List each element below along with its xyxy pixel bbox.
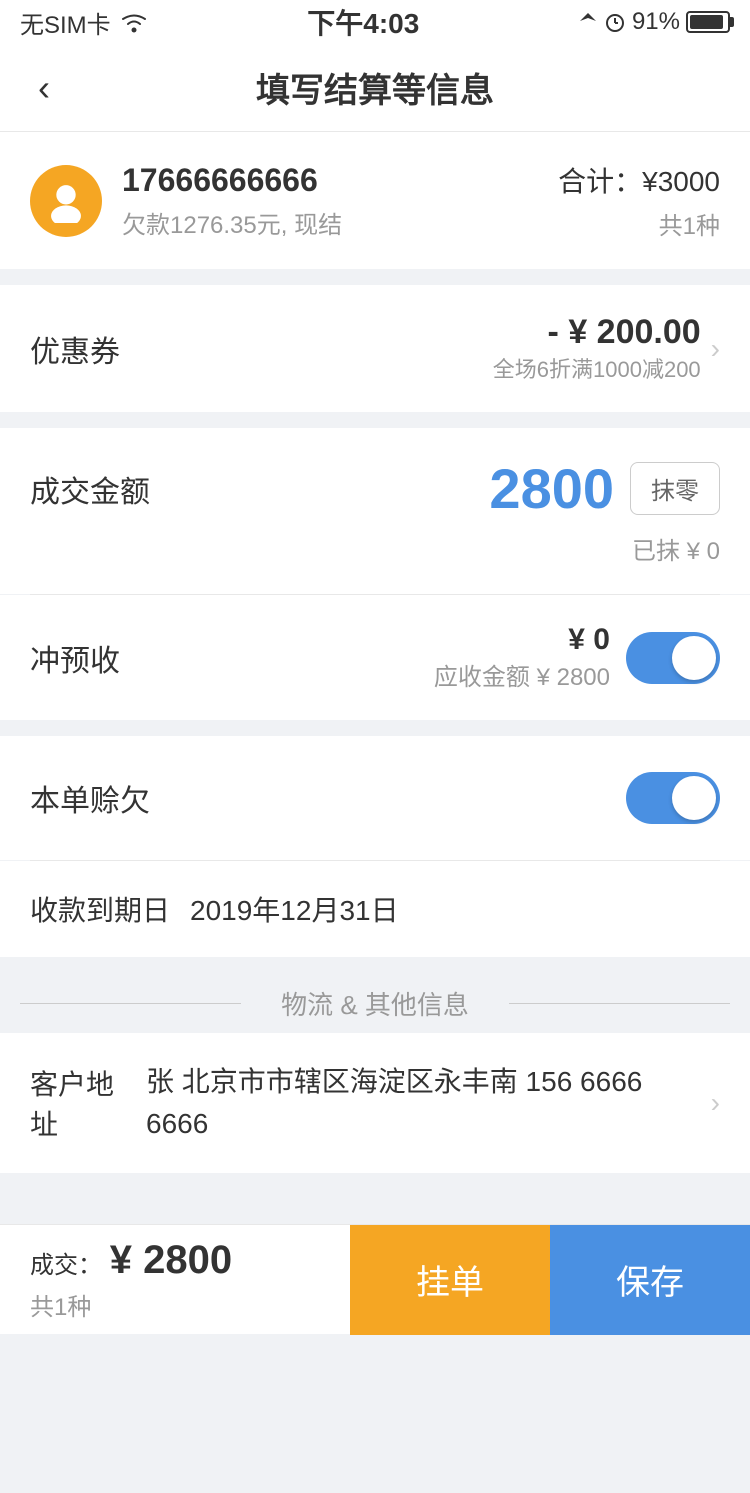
duedate-row: 收款到期日 2019年12月31日: [0, 861, 750, 957]
address-value: 张 北京市市辖区海淀区永丰南 156 6666 6666: [146, 1061, 695, 1145]
status-right: 91%: [578, 8, 730, 36]
customer-phone: 17666666666: [122, 162, 342, 199]
nav-title: 填写结算等信息: [256, 63, 494, 112]
deal-amount: 2800: [489, 456, 614, 521]
toggle-knob: [672, 636, 716, 680]
customer-card: 17666666666 欠款1276.35元, 现结 合计：¥3000 共1种: [0, 132, 750, 269]
credit-toggle[interactable]: [626, 772, 720, 824]
round-button[interactable]: 抹零: [630, 462, 720, 515]
coupon-row[interactable]: 优惠券 - ¥ 200.00 全场6折满1000减200 ›: [0, 285, 750, 412]
customer-count: 共1种: [558, 206, 720, 241]
location-icon: [578, 11, 598, 33]
status-left: 无SIM卡: [20, 5, 149, 40]
divider-4: [0, 957, 750, 973]
bottom-count: 共1种: [30, 1287, 320, 1322]
prepay-row: 冲预收 ¥ 0 应收金额 ¥ 2800: [0, 595, 750, 720]
prepay-values: ¥ 0 应收金额 ¥ 2800: [434, 623, 610, 692]
save-button[interactable]: 保存: [550, 1225, 750, 1335]
coupon-amount: - ¥ 200.00: [493, 313, 701, 352]
divider-1: [0, 269, 750, 285]
duedate-label: 收款到期日: [30, 889, 170, 929]
customer-debt: 欠款1276.35元, 现结: [122, 205, 342, 240]
avatar: [30, 165, 102, 237]
credit-label: 本单赊欠: [30, 776, 150, 820]
back-button[interactable]: ‹: [28, 57, 60, 119]
deal-row: 成交金额 2800 抹零: [30, 456, 720, 521]
bottom-amount: ¥ 2800: [110, 1238, 232, 1282]
chevron-right-icon: ›: [711, 333, 720, 365]
prepay-toggle[interactable]: [626, 632, 720, 684]
carrier-label: 无SIM卡: [20, 5, 111, 40]
customer-total: 合计：¥3000: [558, 160, 720, 200]
prepay-label: 冲预收: [30, 636, 120, 680]
address-row[interactable]: 客户地址 张 北京市市辖区海淀区永丰南 156 6666 6666 ›: [0, 1033, 750, 1173]
address-chevron-icon: ›: [711, 1087, 720, 1119]
bottom-summary: 成交： ¥ 2800 共1种: [0, 1238, 350, 1322]
coupon-right: - ¥ 200.00 全场6折满1000减200 ›: [493, 313, 720, 384]
customer-info: 17666666666 欠款1276.35元, 现结: [122, 162, 342, 240]
address-label: 客户地址: [30, 1063, 130, 1143]
battery-percent: 91%: [632, 8, 680, 36]
logistics-line-left: [20, 1003, 241, 1004]
bottom-bar: 成交： ¥ 2800 共1种 挂单 保存: [0, 1224, 750, 1334]
deal-section: 成交金额 2800 抹零 已抹 ¥ 0: [0, 428, 750, 594]
coupon-desc: 全场6折满1000减200: [493, 352, 701, 384]
customer-right: 合计：¥3000 共1种: [558, 160, 720, 241]
logistics-title: 物流 & 其他信息: [261, 985, 489, 1022]
battery-icon: [686, 11, 730, 33]
credit-row: 本单赊欠: [0, 736, 750, 860]
time-display: 下午4:03: [307, 2, 419, 42]
deal-label: 成交金额: [30, 467, 150, 511]
logistics-section: 物流 & 其他信息: [0, 973, 750, 1033]
bottom-deal-line: 成交： ¥ 2800: [30, 1238, 320, 1283]
divider-2: [0, 412, 750, 428]
duedate-value: 2019年12月31日: [190, 889, 399, 929]
alarm-icon: [604, 11, 626, 33]
prepay-right: ¥ 0 应收金额 ¥ 2800: [434, 623, 720, 692]
status-bar: 无SIM卡 下午4:03 91%: [0, 0, 750, 44]
logistics-line-right: [509, 1003, 730, 1004]
divider-3: [0, 720, 750, 736]
credit-toggle-knob: [672, 776, 716, 820]
deal-amount-wrap: 2800 抹零: [489, 456, 720, 521]
hold-button[interactable]: 挂单: [350, 1225, 550, 1335]
coupon-label: 优惠券: [30, 327, 120, 371]
wifi-icon: [119, 11, 149, 33]
deal-sub: 已抹 ¥ 0: [30, 531, 720, 566]
bottom-deal-label: 成交：: [30, 1252, 102, 1279]
nav-bar: ‹ 填写结算等信息: [0, 44, 750, 132]
prepay-amount: ¥ 0: [434, 623, 610, 657]
prepay-sub: 应收金额 ¥ 2800: [434, 657, 610, 692]
customer-left: 17666666666 欠款1276.35元, 现结: [30, 162, 342, 240]
